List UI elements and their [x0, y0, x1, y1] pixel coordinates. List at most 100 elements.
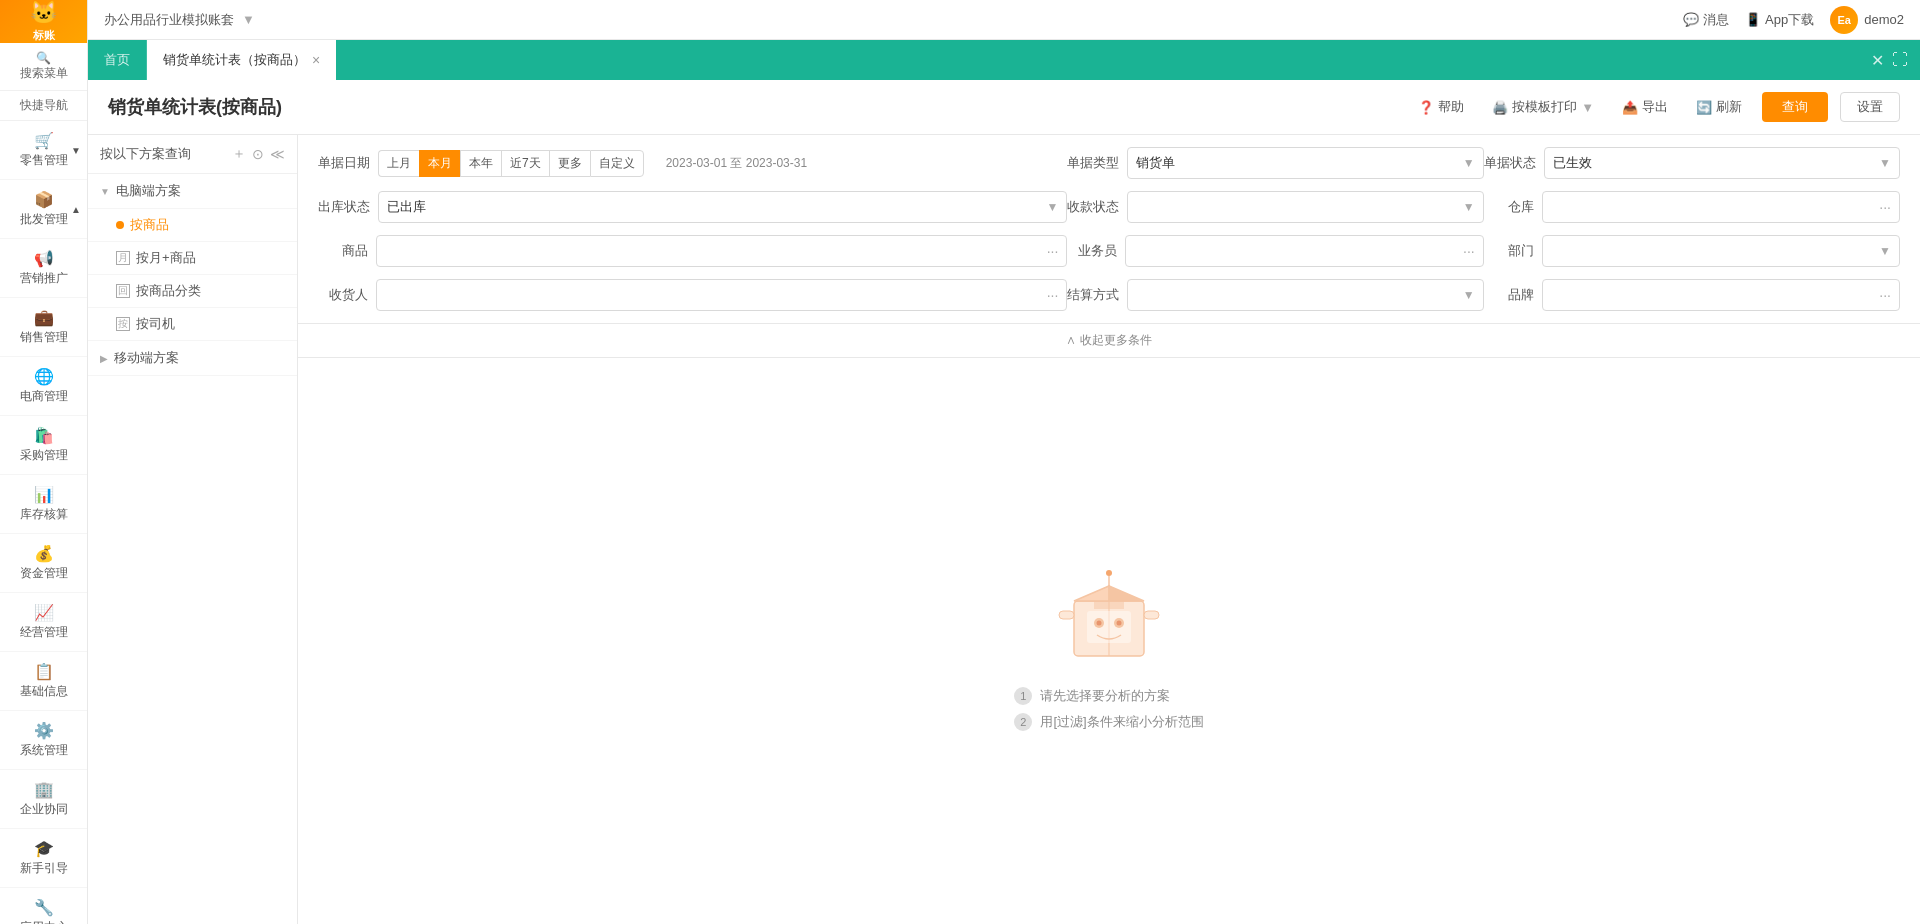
sidebar-item-sales[interactable]: 💼 销售管理 [0, 298, 87, 357]
type-value: 销货单 [1136, 154, 1175, 172]
sidebar-item-inventory[interactable]: 📊 库存核算 [0, 475, 87, 534]
window-maximize-icon[interactable]: ⛶ [1892, 51, 1908, 69]
help-button[interactable]: ❓ 帮助 [1410, 94, 1472, 120]
add-scheme-icon[interactable]: ＋ [232, 145, 246, 163]
warehouse-status-control[interactable]: 已出库 ▼ [378, 191, 1067, 223]
tab-sales-stat[interactable]: 销货单统计表（按商品） × [147, 40, 336, 80]
sidebar-search[interactable]: 🔍 搜索菜单 [0, 43, 87, 91]
retail-icon: 🛒 [34, 131, 54, 150]
filter-settlement: 结算方式 ▼ [1067, 279, 1483, 311]
export-icon: 📤 [1622, 100, 1638, 115]
app-download-btn[interactable]: 📱 App下载 [1745, 11, 1814, 29]
scheme-item-by-unit[interactable]: 按 按司机 [88, 308, 297, 341]
payment-status-control[interactable]: ▼ [1127, 191, 1483, 223]
user-info[interactable]: Ea demo2 [1830, 6, 1904, 34]
page-panel: 销货单统计表(按商品) ❓ 帮助 🖨️ 按模板打印 ▼ 📤 导出 [88, 80, 1920, 924]
warehouse-label: 仓库 [1484, 198, 1534, 216]
refresh-button[interactable]: 🔄 刷新 [1688, 94, 1750, 120]
scheme-icon-unit: 按 [116, 317, 130, 331]
date-tab-7days[interactable]: 近7天 [501, 150, 549, 177]
collapse-scheme-icon[interactable]: ≪ [270, 146, 285, 162]
status-control[interactable]: 已生效 ▼ [1544, 147, 1900, 179]
date-tab-more[interactable]: 更多 [549, 150, 590, 177]
salesperson-control[interactable]: ··· [1125, 235, 1483, 267]
receiver-control[interactable]: ··· [376, 279, 1067, 311]
sidebar-item-marketing[interactable]: 📢 营销推广 [0, 239, 87, 298]
filter-row-2: 出库状态 已出库 ▼ 收款状态 ▼ [318, 191, 1900, 223]
message-btn[interactable]: 💬 消息 [1683, 11, 1729, 29]
print-button[interactable]: 🖨️ 按模板打印 ▼ [1484, 94, 1602, 120]
filter-salesperson: 业务员 ··· [1067, 235, 1483, 267]
sidebar-item-appstore[interactable]: 🔧 应用中心 [0, 888, 87, 924]
date-tab-this-month[interactable]: 本月 [419, 150, 460, 177]
tab-bar: 首页 销货单统计表（按商品） × ✕ ⛶ [88, 40, 1920, 80]
scheme-item-label: 按商品分类 [136, 282, 201, 300]
filter-receiver: 收货人 ··· [318, 279, 1067, 311]
sidebar-item-label: 零售管理 [20, 152, 68, 169]
dept-label: 部门 [1484, 242, 1534, 260]
query-button[interactable]: 查询 [1762, 92, 1828, 122]
brand-control[interactable]: ··· [1542, 279, 1900, 311]
settings-button[interactable]: 设置 [1840, 92, 1900, 122]
expand-arrow-icon: ▲ [71, 204, 81, 215]
svg-point-11 [1106, 570, 1112, 576]
sidebar-item-purchase[interactable]: 🛍️ 采购管理 [0, 416, 87, 475]
scheme-group-mobile-title[interactable]: ▶ 移动端方案 [88, 341, 297, 376]
scheme-item-by-category[interactable]: 回 按商品分类 [88, 275, 297, 308]
scheme-group-label: 电脑端方案 [116, 182, 181, 200]
payment-status-arrow-icon: ▼ [1463, 200, 1475, 214]
dropdown-icon[interactable]: ▼ [242, 12, 255, 27]
product-control[interactable]: ··· [376, 235, 1067, 267]
header-left: 办公用品行业模拟账套 ▼ [104, 11, 255, 29]
operations-icon: 📈 [34, 603, 54, 622]
date-tab-last-month[interactable]: 上月 [378, 150, 419, 177]
help-label: 帮助 [1438, 98, 1464, 116]
sidebar-item-system[interactable]: ⚙️ 系统管理 [0, 711, 87, 770]
window-close-icon[interactable]: ✕ [1871, 51, 1884, 70]
settings-scheme-icon[interactable]: ⊙ [252, 146, 264, 162]
print-icon: 🖨️ [1492, 100, 1508, 115]
newbie-icon: 🎓 [34, 839, 54, 858]
collapse-bar[interactable]: ∧ 收起更多条件 [298, 324, 1920, 358]
dept-control[interactable]: ▼ [1542, 235, 1900, 267]
sidebar-quick-nav[interactable]: 快捷导航 [0, 91, 87, 121]
warehouse-control[interactable]: ··· [1542, 191, 1900, 223]
empty-tip-1: 1 请先选择要分析的方案 [1014, 687, 1203, 705]
filter-brand: 品牌 ··· [1484, 279, 1900, 311]
expand-arrow-icon: ▼ [71, 145, 81, 156]
scheme-item-by-product[interactable]: 按商品 [88, 209, 297, 242]
refresh-label: 刷新 [1716, 98, 1742, 116]
print-dropdown-icon: ▼ [1581, 100, 1594, 115]
sidebar-item-basic[interactable]: 📋 基础信息 [0, 652, 87, 711]
type-label: 单据类型 [1067, 154, 1119, 172]
scheme-item-by-month-product[interactable]: 月 按月+商品 [88, 242, 297, 275]
date-tab-this-year[interactable]: 本年 [460, 150, 501, 177]
expand-down-icon: ▼ [100, 186, 110, 197]
tab-close-icon[interactable]: × [312, 52, 320, 68]
logo-icon: 🐱 [30, 0, 57, 26]
ecommerce-icon: 🌐 [34, 367, 54, 386]
scheme-group-desktop-title[interactable]: ▼ 电脑端方案 [88, 174, 297, 209]
sidebar-item-wholesale[interactable]: 📦 批发管理 ▲ [0, 180, 87, 239]
sidebar-item-operations[interactable]: 📈 经营管理 [0, 593, 87, 652]
sidebar-logo[interactable]: 🐱 标账 [0, 0, 88, 43]
sidebar-item-enterprise[interactable]: 🏢 企业协同 [0, 770, 87, 829]
warehouse-status-label: 出库状态 [318, 198, 370, 216]
sidebar-item-finance[interactable]: 💰 资金管理 [0, 534, 87, 593]
date-tab-custom[interactable]: 自定义 [590, 150, 644, 177]
sidebar-item-retail[interactable]: 🛒 零售管理 ▼ [0, 121, 87, 180]
receiver-label: 收货人 [318, 286, 368, 304]
download-icon: 📱 [1745, 12, 1761, 27]
filter-row-3: 商品 ··· 业务员 ··· [318, 235, 1900, 267]
sidebar-item-ecommerce[interactable]: 🌐 电商管理 [0, 357, 87, 416]
sales-icon: 💼 [34, 308, 54, 327]
tab-home[interactable]: 首页 [88, 40, 147, 80]
sidebar-item-newbie[interactable]: 🎓 新手引导 [0, 829, 87, 888]
svg-marker-1 [1074, 586, 1109, 601]
type-control[interactable]: 销货单 ▼ [1127, 147, 1483, 179]
sidebar-item-label: 基础信息 [20, 683, 68, 700]
empty-tips: 1 请先选择要分析的方案 2 用[过滤]条件来缩小分析范围 [1014, 687, 1203, 731]
settlement-control[interactable]: ▼ [1127, 279, 1483, 311]
filter-type: 单据类型 销货单 ▼ [1067, 147, 1483, 179]
export-button[interactable]: 📤 导出 [1614, 94, 1676, 120]
